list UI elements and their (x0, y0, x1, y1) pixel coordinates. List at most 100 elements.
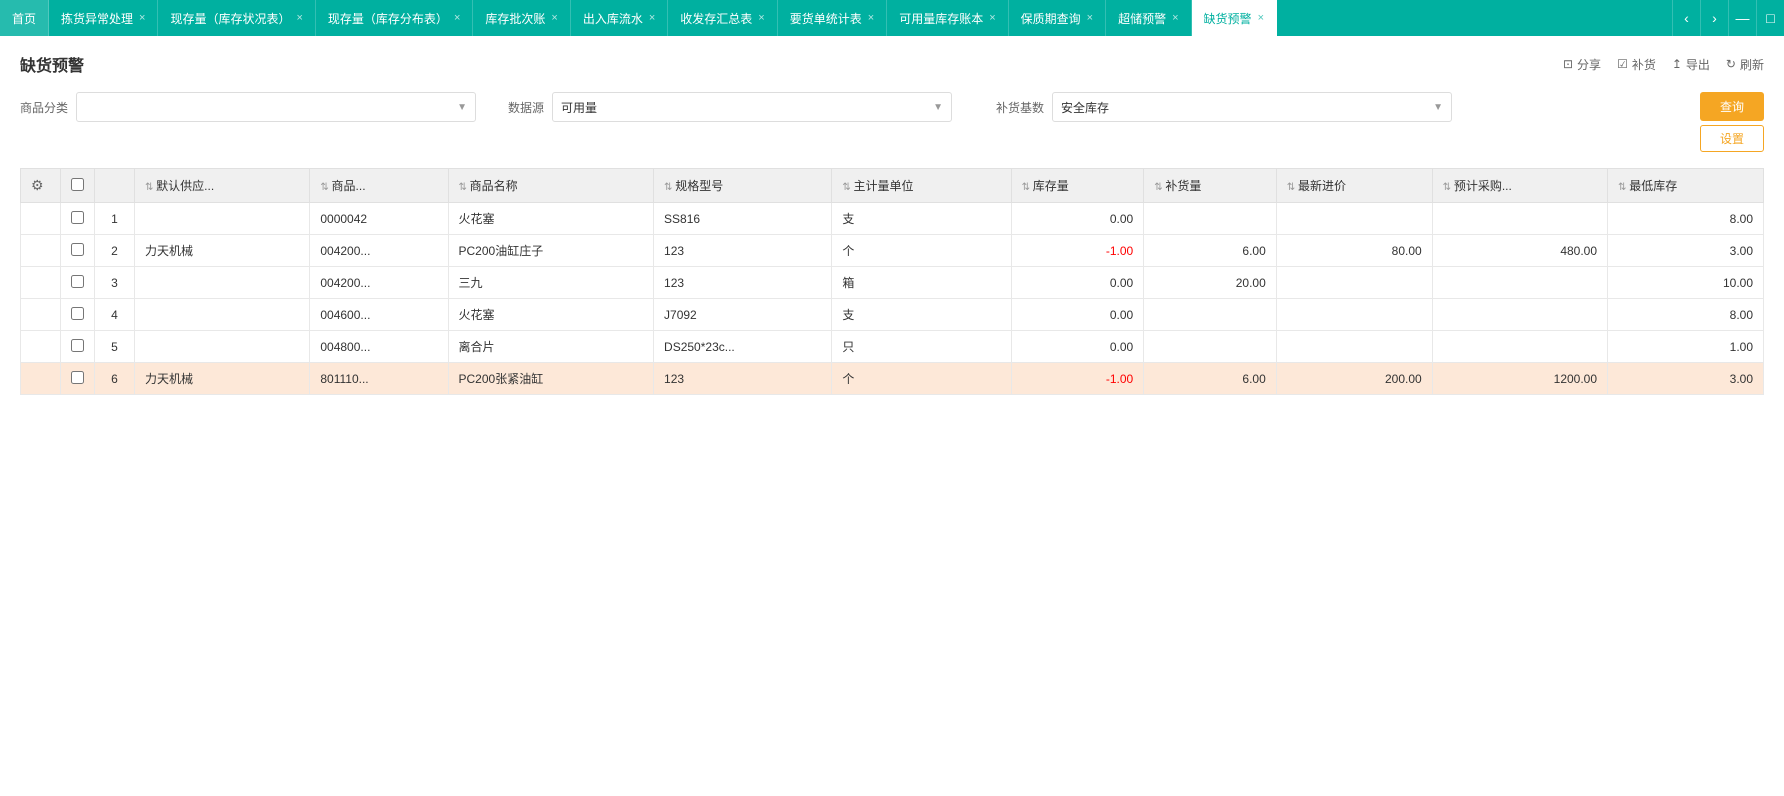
row-unit-3: 支 (832, 299, 1011, 331)
close-tab-inout[interactable]: × (649, 12, 655, 24)
col-header-latest-price[interactable]: 最新进价 (1276, 169, 1432, 203)
close-tab-overstock[interactable]: × (1172, 12, 1178, 24)
row-est-purchase-4 (1432, 331, 1607, 363)
row-est-purchase-1: 480.00 (1432, 235, 1607, 267)
data-table: ⚙ 默认供应... 商品... 商品名称 规格型号 (20, 168, 1764, 395)
col-header-supplier[interactable]: 默认供应... (135, 169, 310, 203)
tab-inout-flow[interactable]: 出入库流水 × (571, 0, 668, 36)
tab-recv-summary[interactable]: 收发存汇总表 × (668, 0, 777, 36)
page-title: 缺货预警 (20, 52, 1563, 76)
replenish-base-select[interactable]: 安全库存 ▼ (1052, 92, 1452, 122)
row-seq-0: 1 (95, 203, 135, 235)
tab-home[interactable]: 首页 (0, 0, 49, 36)
col-header-product-name[interactable]: 商品名称 (448, 169, 654, 203)
query-button[interactable]: 查询 (1700, 92, 1764, 121)
row-unit-0: 支 (832, 203, 1011, 235)
col-header-product-code[interactable]: 商品... (310, 169, 448, 203)
row-select-3[interactable] (71, 307, 84, 320)
row-supplier-0 (135, 203, 310, 235)
row-checkbox-4[interactable] (61, 331, 95, 363)
row-stock-2: 0.00 (1011, 267, 1144, 299)
row-checkbox-2[interactable] (61, 267, 95, 299)
filter-actions: 查询 设置 (1700, 92, 1764, 152)
row-latest-price-0 (1276, 203, 1432, 235)
col-header-settings[interactable]: ⚙ (21, 169, 61, 203)
row-select-0[interactable] (71, 211, 84, 224)
row-spec-0: SS816 (654, 203, 832, 235)
col-header-spec[interactable]: 规格型号 (654, 169, 832, 203)
row-product-code-1: 004200... (310, 235, 448, 267)
category-select[interactable]: ▼ (76, 92, 476, 122)
datasource-select[interactable]: 可用量 ▼ (552, 92, 952, 122)
col-header-checkbox[interactable] (61, 169, 95, 203)
nav-minimize[interactable]: — (1728, 0, 1756, 36)
row-latest-price-1: 80.00 (1276, 235, 1432, 267)
row-stock-3: 0.00 (1011, 299, 1144, 331)
row-checkbox-5[interactable] (61, 363, 95, 395)
row-checkbox-3[interactable] (61, 299, 95, 331)
row-unit-2: 箱 (832, 267, 1011, 299)
col-header-stock[interactable]: 库存量 (1011, 169, 1144, 203)
row-min-stock-0: 8.00 (1608, 203, 1764, 235)
row-replenish-1: 6.00 (1144, 235, 1277, 267)
replenish-button[interactable]: ☑ 补货 (1617, 56, 1656, 73)
replenish-base-value: 安全库存 (1061, 99, 1109, 116)
row-select-5[interactable] (71, 371, 84, 384)
tab-shortage-warning[interactable]: 缺货预警 × (1192, 0, 1277, 36)
replenish-base-label: 补货基数 (996, 99, 1044, 116)
gear-icon[interactable]: ⚙ (31, 177, 44, 193)
close-tab-batch[interactable]: × (551, 12, 557, 24)
tab-stock-distribution[interactable]: 现存量（库存分布表） × (316, 0, 473, 36)
close-tab-stock-dist[interactable]: × (454, 12, 460, 24)
tab-expiry-query[interactable]: 保质期查询 × (1009, 0, 1106, 36)
row-spec-5: 123 (654, 363, 832, 395)
close-tab-expiry[interactable]: × (1087, 12, 1093, 24)
col-header-replenish[interactable]: 补货量 (1144, 169, 1277, 203)
nav-right-arrow[interactable]: › (1700, 0, 1728, 36)
row-replenish-2: 20.00 (1144, 267, 1277, 299)
tab-batch-account[interactable]: 库存批次账 × (473, 0, 570, 36)
close-tab-order[interactable]: × (868, 12, 874, 24)
refresh-button[interactable]: ↻ 刷新 (1726, 56, 1764, 73)
row-product-code-5: 801110... (310, 363, 448, 395)
row-spec-4: DS250*23c... (654, 331, 832, 363)
close-tab-shortage[interactable]: × (1258, 12, 1264, 24)
close-tab-picking[interactable]: × (139, 12, 145, 24)
tab-picking-exception[interactable]: 拣货异常处理 × (49, 0, 158, 36)
header-actions: ⊡ 分享 ☑ 补货 ↥ 导出 ↻ 刷新 (1563, 56, 1764, 73)
row-min-stock-4: 1.00 (1608, 331, 1764, 363)
settings-button[interactable]: 设置 (1700, 125, 1764, 152)
tab-order-stats[interactable]: 要货单统计表 × (778, 0, 887, 36)
close-tab-stock-status[interactable]: × (296, 12, 302, 24)
row-latest-price-5: 200.00 (1276, 363, 1432, 395)
table-row: 3 004200... 三九 123 箱 0.00 20.00 10.00 (21, 267, 1764, 299)
table-row: 6 力天机械 801110... PC200张紧油缸 123 个 -1.00 6… (21, 363, 1764, 395)
row-checkbox-0[interactable] (61, 203, 95, 235)
nav-left-arrow[interactable]: ‹ (1672, 0, 1700, 36)
nav-maximize[interactable]: □ (1756, 0, 1784, 36)
datasource-dropdown-arrow: ▼ (933, 102, 943, 113)
tab-available-ledger[interactable]: 可用量库存账本 × (887, 0, 1008, 36)
row-settings-1 (21, 235, 61, 267)
row-product-name-3: 火花塞 (448, 299, 654, 331)
row-checkbox-1[interactable] (61, 235, 95, 267)
row-select-1[interactable] (71, 243, 84, 256)
row-product-name-1: PC200油缸庄子 (448, 235, 654, 267)
col-header-unit[interactable]: 主计量单位 (832, 169, 1011, 203)
close-tab-recv[interactable]: × (758, 12, 764, 24)
row-select-4[interactable] (71, 339, 84, 352)
share-button[interactable]: ⊡ 分享 (1563, 56, 1601, 73)
row-est-purchase-3 (1432, 299, 1607, 331)
tab-overstock-warning[interactable]: 超储预警 × (1106, 0, 1191, 36)
col-header-est-purchase[interactable]: 预计采购... (1432, 169, 1607, 203)
close-tab-avail[interactable]: × (989, 12, 995, 24)
export-button[interactable]: ↥ 导出 (1672, 56, 1710, 73)
row-stock-1: -1.00 (1011, 235, 1144, 267)
page-content: 缺货预警 ⊡ 分享 ☑ 补货 ↥ 导出 ↻ 刷新 商品分类 (0, 36, 1784, 796)
row-select-2[interactable] (71, 275, 84, 288)
row-settings-4 (21, 331, 61, 363)
row-supplier-1: 力天机械 (135, 235, 310, 267)
tab-stock-status[interactable]: 现存量（库存状况表） × (158, 0, 315, 36)
select-all-checkbox[interactable] (71, 178, 84, 191)
col-header-min-stock[interactable]: 最低库存 (1608, 169, 1764, 203)
